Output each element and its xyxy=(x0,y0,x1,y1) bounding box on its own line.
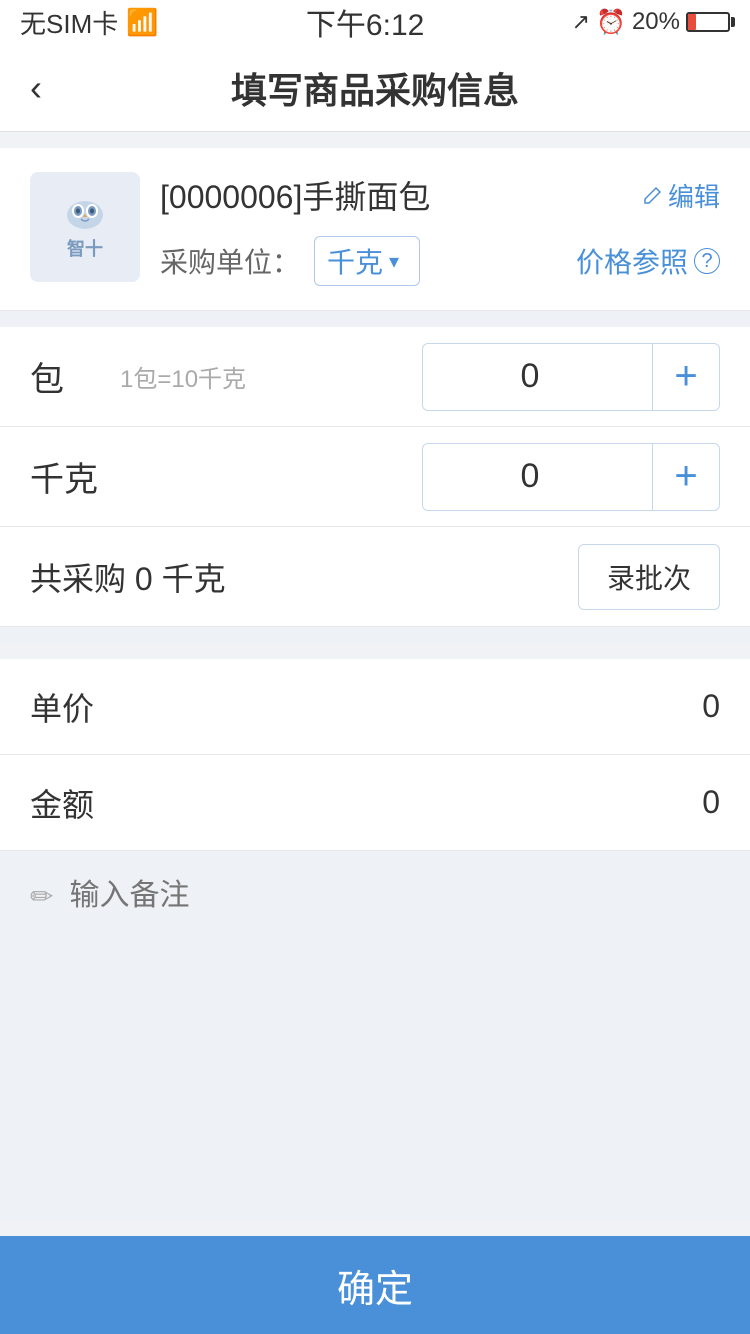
battery-percent: 20% xyxy=(632,8,680,36)
owl-logo-icon xyxy=(60,193,110,233)
carrier-text: 无SIM卡 xyxy=(20,4,118,41)
summary-row: 共采购 0 千克 录批次 xyxy=(0,527,750,627)
page-title: 填写商品采购信息 xyxy=(231,62,519,114)
unit-price-value: 0 xyxy=(702,688,720,725)
brand-label: 智十 xyxy=(67,235,103,261)
bag-quantity-input[interactable] xyxy=(422,343,652,411)
unit-price-label: 单价 xyxy=(30,684,94,730)
location-icon: ↗ xyxy=(572,9,590,35)
nav-bar: ‹ 填写商品采购信息 xyxy=(0,44,750,132)
purchase-unit-label: 采购单位： xyxy=(160,241,300,281)
product-card: 智十 [0000006]手撕面包 编辑 采购单位： 千克 ▾ 价格参照 ? xyxy=(0,148,750,311)
product-name: [0000006]手撕面包 xyxy=(160,172,430,218)
bag-plus-button[interactable]: + xyxy=(652,343,720,411)
notes-section: ✏ xyxy=(0,851,750,941)
wifi-icon: 📶 xyxy=(126,7,158,38)
bag-quantity-control: + xyxy=(422,343,720,411)
bag-input-row: 包 1包=10千克 + xyxy=(0,327,750,427)
input-section: 包 1包=10千克 + 千克 + 共采购 0 千克 录批次 xyxy=(0,327,750,627)
notes-input[interactable] xyxy=(69,879,720,913)
info-section: 单价 0 金额 0 xyxy=(0,659,750,851)
product-info: [0000006]手撕面包 编辑 采购单位： 千克 ▾ 价格参照 ? xyxy=(160,172,720,286)
confirm-button[interactable]: 确定 xyxy=(0,1236,750,1334)
section-divider-1 xyxy=(0,311,750,327)
bag-label: 包 xyxy=(30,352,110,401)
product-thumbnail: 智十 xyxy=(30,172,140,282)
pencil-icon: ✏ xyxy=(30,880,53,913)
status-bar-left: 无SIM卡 📶 xyxy=(20,4,159,41)
summary-text: 共采购 0 千克 xyxy=(30,554,226,600)
price-reference-button[interactable]: 价格参照 ? xyxy=(576,241,720,281)
record-batch-button[interactable]: 录批次 xyxy=(578,544,720,610)
amount-value: 0 xyxy=(702,784,720,821)
bag-sub-label: 1包=10千克 xyxy=(120,359,246,394)
amount-row: 金额 0 xyxy=(0,755,750,851)
unit-price-row: 单价 0 xyxy=(0,659,750,755)
battery-icon xyxy=(686,12,730,32)
status-time: 下午6:12 xyxy=(306,0,424,44)
unit-select-dropdown[interactable]: 千克 ▾ xyxy=(314,236,420,286)
amount-label: 金额 xyxy=(30,780,94,826)
kg-quantity-control: + xyxy=(422,443,720,511)
edit-icon xyxy=(642,184,664,206)
status-bar-right: ↗ ⏰ 20% xyxy=(572,8,730,37)
section-divider-2 xyxy=(0,627,750,643)
kg-input-row: 千克 + xyxy=(0,427,750,527)
dropdown-arrow-icon: ▾ xyxy=(389,249,399,274)
bottom-spacer xyxy=(0,941,750,1221)
alarm-icon: ⏰ xyxy=(596,8,626,37)
edit-button[interactable]: 编辑 xyxy=(642,177,720,214)
back-button[interactable]: ‹ xyxy=(30,57,52,119)
kg-label: 千克 xyxy=(30,452,110,501)
kg-quantity-input[interactable] xyxy=(422,443,652,511)
info-icon: ? xyxy=(694,248,720,274)
status-bar: 无SIM卡 📶 下午6:12 ↗ ⏰ 20% xyxy=(0,0,750,44)
kg-plus-button[interactable]: + xyxy=(652,443,720,511)
